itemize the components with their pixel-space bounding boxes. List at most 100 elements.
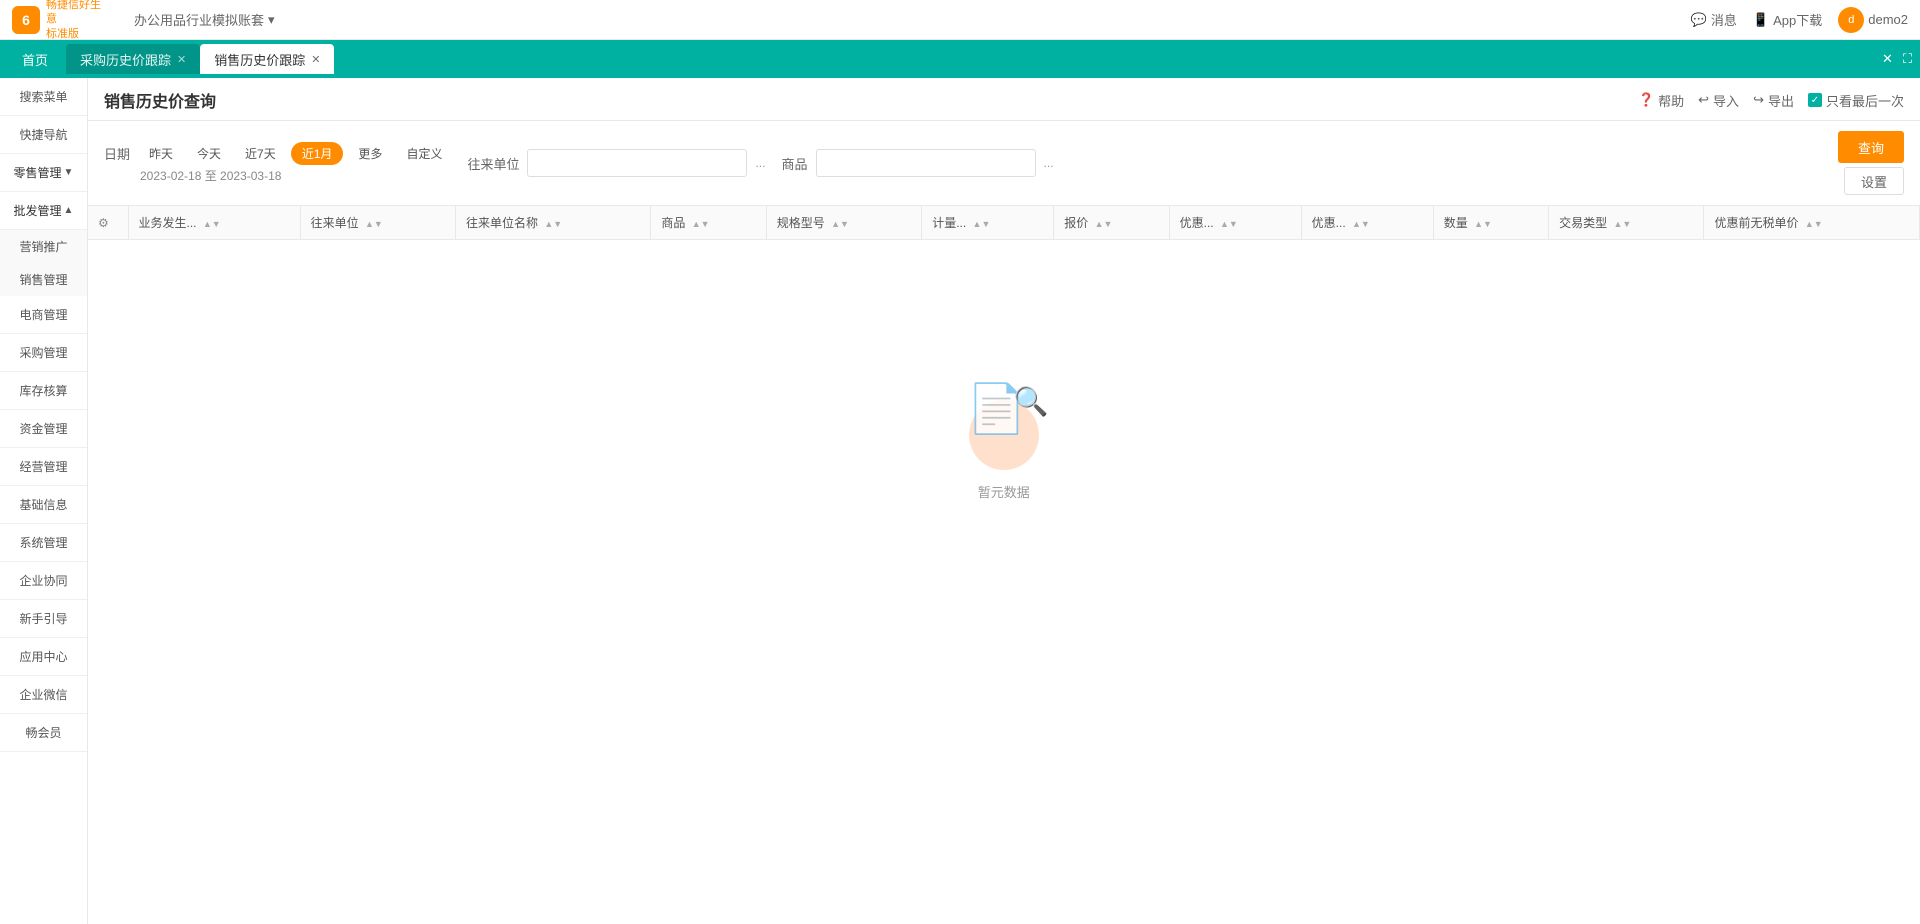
partner-input[interactable] — [527, 149, 747, 177]
sidebar-item-sales-mgmt[interactable]: 销售管理 — [0, 263, 87, 296]
main-layout: 搜索菜单 快捷导航 零售管理 ▼ 批发管理 ▲ 营销推广 销售管理 电商管理 采 — [0, 78, 1920, 924]
wholesale-arrow-icon: ▲ — [64, 205, 74, 216]
date-btn-last7[interactable]: 近7天 — [236, 142, 285, 165]
empty-icon: 📄 🔍 — [959, 380, 1049, 470]
th-quote[interactable]: 报价 ▲▼ — [1054, 206, 1169, 240]
expand-window-icon[interactable]: ⛶ — [1903, 51, 1912, 67]
sidebar-item-search-menu[interactable]: 搜索菜单 — [0, 78, 87, 116]
page-title: 销售历史价查询 — [104, 88, 216, 112]
empty-text: 暂元数据 — [978, 482, 1030, 501]
sidebar-item-inventory[interactable]: 库存核算 — [0, 372, 87, 410]
sort-arrows-unit: ▲▼ — [973, 219, 991, 229]
product-dots[interactable]: ... — [1044, 156, 1054, 170]
logo-icon: 6 — [12, 6, 40, 34]
tab-close-purchase[interactable]: ✕ — [177, 53, 186, 66]
sidebar-item-new-guide[interactable]: 新手引导 — [0, 600, 87, 638]
table-header-row: ⚙ 业务发生... ▲▼ 往来单位 ▲▼ 往来单位名称 ▲▼ — [88, 206, 1920, 240]
sidebar-item-purchase-mgmt[interactable]: 采购管理 — [0, 334, 87, 372]
date-btn-last1m[interactable]: 近1月 — [291, 142, 344, 165]
tab-bar: 首页 采购历史价跟踪 ✕ 销售历史价跟踪 ✕ ✕ ⛶ — [0, 40, 1920, 78]
retail-arrow-icon: ▼ — [64, 167, 74, 178]
date-btn-more[interactable]: 更多 — [349, 142, 391, 165]
settings-button[interactable]: 设置 — [1844, 167, 1904, 195]
th-biz-date[interactable]: 业务发生... ▲▼ — [128, 206, 300, 240]
th-discount2[interactable]: 优惠... ▲▼ — [1301, 206, 1433, 240]
sort-arrows-product: ▲▼ — [692, 219, 710, 229]
message-button[interactable]: 💬 消息 — [1691, 10, 1737, 29]
avatar: d — [1838, 7, 1864, 33]
table-container: ⚙ 业务发生... ▲▼ 往来单位 ▲▼ 往来单位名称 ▲▼ — [88, 206, 1920, 924]
partner-label: 往来单位 — [467, 154, 519, 173]
table-body: 📄 🔍 暂元数据 — [88, 240, 1920, 641]
top-bar-right: 💬 消息 📱 App下载 d demo2 — [1691, 7, 1908, 33]
sort-arrows-pre-tax-price: ▲▼ — [1805, 219, 1823, 229]
only-last-checkbox[interactable]: ✓ — [1808, 93, 1822, 107]
sort-arrows-discount2: ▲▼ — [1352, 219, 1370, 229]
download-icon: 📱 — [1753, 12, 1769, 28]
product-input[interactable] — [816, 149, 1036, 177]
sidebar-item-wholesale-mgmt[interactable]: 批发管理 ▲ — [0, 192, 87, 230]
product-filter-group: 商品 ... — [781, 149, 1053, 177]
close-window-icon[interactable]: ✕ — [1882, 51, 1893, 67]
th-product[interactable]: 商品 ▲▼ — [651, 206, 766, 240]
user-menu[interactable]: d demo2 — [1838, 7, 1908, 33]
tab-purchase-history[interactable]: 采购历史价跟踪 ✕ — [66, 44, 200, 74]
sidebar-item-ops-mgmt[interactable]: 经营管理 — [0, 448, 87, 486]
sidebar-item-vip-member[interactable]: 畅会员 — [0, 714, 87, 752]
date-btn-custom[interactable]: 自定义 — [397, 142, 451, 165]
settings-gear-icon[interactable]: ⚙ — [98, 216, 109, 230]
top-bar-left: 6 畅捷信好生意 标准版 办公用品行业模拟账套 ▾ — [12, 0, 275, 41]
sidebar-item-marketing[interactable]: 营销推广 — [0, 230, 87, 263]
date-btn-yesterday[interactable]: 昨天 — [140, 142, 182, 165]
tab-sales-history[interactable]: 销售历史价跟踪 ✕ — [200, 44, 334, 74]
th-partner-code[interactable]: 往来单位 ▲▼ — [300, 206, 455, 240]
app-selector[interactable]: 办公用品行业模拟账套 ▾ — [134, 10, 275, 29]
th-unit[interactable]: 计量... ▲▼ — [922, 206, 1054, 240]
tab-home[interactable]: 首页 — [8, 44, 62, 74]
sidebar-item-retail-mgmt[interactable]: 零售管理 ▼ — [0, 154, 87, 192]
sidebar-item-app-center[interactable]: 应用中心 — [0, 638, 87, 676]
logo-area: 6 畅捷信好生意 标准版 — [12, 0, 106, 41]
partner-filter-group: 往来单位 ... — [467, 149, 765, 177]
app-download-button[interactable]: 📱 App下载 — [1753, 10, 1822, 29]
empty-search-icon: 🔍 — [1014, 385, 1049, 418]
export-button[interactable]: ↪ 导出 — [1753, 91, 1794, 110]
sort-arrows-spec: ▲▼ — [831, 219, 849, 229]
sidebar-item-finance-mgmt[interactable]: 资金管理 — [0, 410, 87, 448]
header-actions: ❓ 帮助 ↩ 导入 ↪ 导出 ✓ 只看最后一次 — [1638, 91, 1904, 110]
th-pre-tax-price[interactable]: 优惠前无税单价 ▲▼ — [1704, 206, 1920, 240]
content-area: 销售历史价查询 ❓ 帮助 ↩ 导入 ↪ 导出 ✓ 只看最后一次 — [88, 78, 1920, 924]
th-partner-name[interactable]: 往来单位名称 ▲▼ — [455, 206, 650, 240]
sort-arrows-biz-date: ▲▼ — [203, 219, 221, 229]
date-options: 昨天 今天 近7天 近1月 更多 自定义 — [140, 142, 451, 165]
th-trade-type[interactable]: 交易类型 ▲▼ — [1549, 206, 1704, 240]
help-button[interactable]: ❓ 帮助 — [1638, 91, 1684, 110]
tab-bar-right: ✕ ⛶ — [1882, 51, 1912, 67]
page-header: 销售历史价查询 ❓ 帮助 ↩ 导入 ↪ 导出 ✓ 只看最后一次 — [88, 78, 1920, 121]
th-discount1[interactable]: 优惠... ▲▼ — [1169, 206, 1301, 240]
product-label: 商品 — [781, 154, 807, 173]
sort-arrows-trade-type: ▲▼ — [1613, 219, 1631, 229]
only-last-checkbox-group[interactable]: ✓ 只看最后一次 — [1808, 91, 1904, 110]
sidebar-item-enterprise-agree[interactable]: 企业协同 — [0, 562, 87, 600]
sidebar-item-enterprise-wechat[interactable]: 企业微信 — [0, 676, 87, 714]
date-range: 2023-02-18 至 2023-03-18 — [140, 167, 451, 184]
message-icon: 💬 — [1691, 12, 1707, 28]
partner-dots[interactable]: ... — [755, 156, 765, 170]
import-icon: ↩ — [1698, 92, 1709, 108]
tab-close-sales[interactable]: ✕ — [311, 53, 320, 66]
date-btn-today[interactable]: 今天 — [188, 142, 230, 165]
import-button[interactable]: ↩ 导入 — [1698, 91, 1739, 110]
sidebar-item-basic-info[interactable]: 基础信息 — [0, 486, 87, 524]
query-button[interactable]: 查询 — [1838, 131, 1904, 163]
sort-arrows-partner-code: ▲▼ — [365, 219, 383, 229]
sort-arrows-qty: ▲▼ — [1474, 219, 1492, 229]
th-spec[interactable]: 规格型号 ▲▼ — [766, 206, 921, 240]
action-btn-group: 查询 设置 — [1838, 131, 1904, 195]
export-icon: ↪ — [1753, 92, 1764, 108]
sidebar-item-quick-nav[interactable]: 快捷导航 — [0, 116, 87, 154]
selector-arrow-icon: ▾ — [268, 12, 275, 28]
sidebar-item-system-mgmt[interactable]: 系统管理 — [0, 524, 87, 562]
sidebar-item-ecommerce-mgmt[interactable]: 电商管理 — [0, 296, 87, 334]
th-qty[interactable]: 数量 ▲▼ — [1433, 206, 1548, 240]
